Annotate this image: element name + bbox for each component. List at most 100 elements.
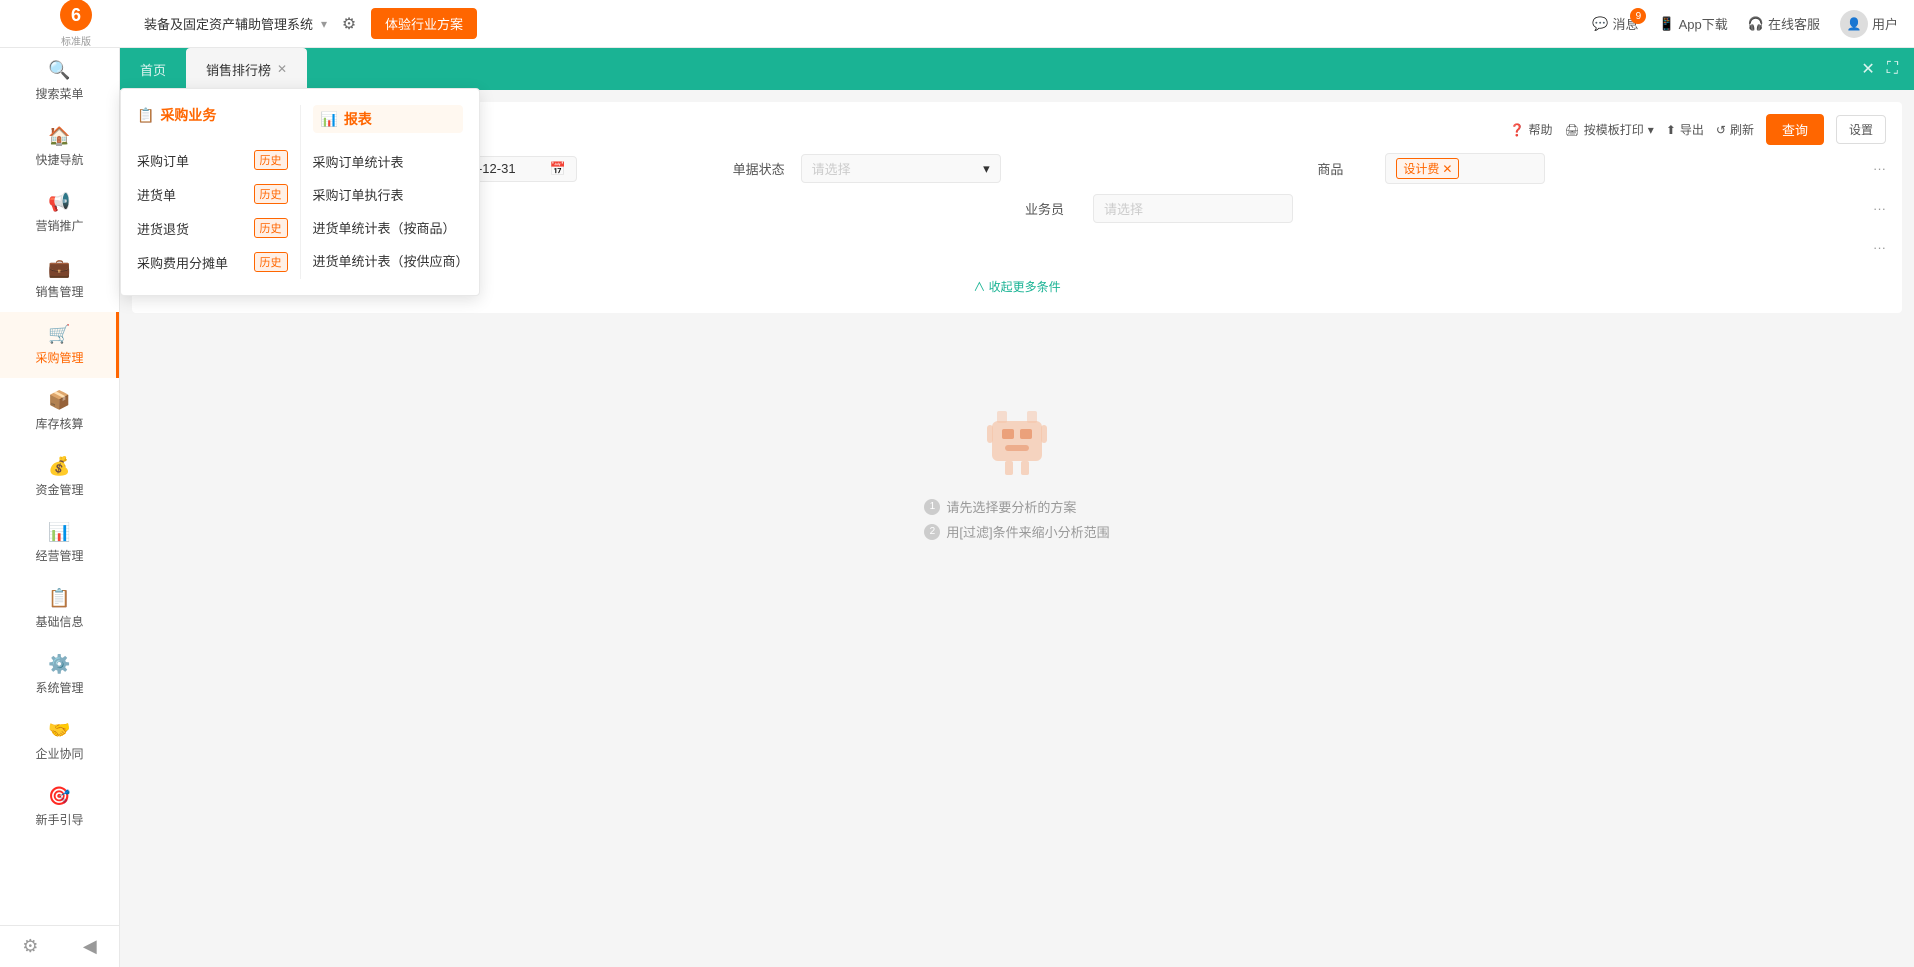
purchase-expense-history-tag[interactable]: 历史 [254,252,288,272]
goods-tag-text: 设计费 [1403,160,1439,177]
top-bar: 6 标准版 装备及固定资产辅助管理系统 ▾ ⚙ 体验行业方案 💬 消息 9 📱 … [0,0,1914,48]
home-icon: 🏠 [48,126,70,147]
purchase-dropdown-menu: 📋 采购业务 采购订单 历史 进货单 历史 进货退货 历史 采购费用分摊单 历史… [120,88,480,296]
purchase-order-exec-label: 采购订单执行表 [313,185,404,204]
app-download-label: App下载 [1679,14,1728,33]
app-download-btn[interactable]: 📱 App下载 [1658,14,1727,33]
inbound-order-history-tag[interactable]: 历史 [254,184,288,204]
goods-select[interactable]: 设计费 ✕ [1385,153,1545,184]
system-icon: ⚙️ [48,654,70,675]
industry-btn[interactable]: 体验行业方案 [371,8,477,39]
purchase-expense-item[interactable]: 采购费用分摊单 历史 [137,245,288,279]
sidebar-item-quick-nav[interactable]: 🏠 快捷导航 [0,114,119,180]
sidebar-collapse-btn[interactable]: ◀ [83,936,97,957]
purchase-order-history-tag[interactable]: 历史 [254,150,288,170]
sidebar-item-label: 采购管理 [35,349,83,366]
sidebar-item-purchase[interactable]: 🛒 采购管理 [0,312,119,378]
sidebar-item-basic-info[interactable]: 📋 基础信息 [0,576,119,642]
system-dropdown-arrow[interactable]: ▾ [321,17,327,31]
sidebar-item-label: 营销推广 [35,217,83,234]
user-label: 用户 [1872,14,1898,33]
top-right: 💬 消息 9 📱 App下载 🎧 在线客服 👤 用户 [1592,10,1898,38]
purchase-expense-label: 采购费用分摊单 [137,253,228,272]
sales-icon: 💼 [48,258,70,279]
tab-close-all-icon[interactable]: ✕ [1857,55,1878,83]
help-btn[interactable]: ❓ 帮助 [1510,121,1553,138]
salesperson-more-btn[interactable]: ··· [1873,201,1886,216]
tab-home[interactable]: 首页 [120,48,186,90]
return-goods-item[interactable]: 进货退货 历史 [137,211,288,245]
guide-icon: 🎯 [48,786,70,807]
tab-close-icon[interactable]: ✕ [277,62,287,76]
print-label: 按模板打印 [1584,121,1644,138]
export-btn[interactable]: ⬆ 导出 [1666,121,1704,138]
empty-hints: 1 请先选择要分析的方案 2 用[过滤]条件来缩小分析范围 [924,497,1109,541]
sidebar-item-system[interactable]: ⚙️ 系统管理 [0,642,119,708]
purchase-order-stats-label: 采购订单统计表 [313,152,404,171]
inventory-icon: 📦 [48,390,70,411]
sidebar-item-sales[interactable]: 💼 销售管理 [0,246,119,312]
empty-illustration [967,401,1067,481]
goods-label: 商品 [1317,159,1377,178]
return-goods-history-tag[interactable]: 历史 [254,218,288,238]
sidebar-item-label: 经营管理 [35,547,83,564]
tab-expand-icon[interactable]: ⛶ [1883,56,1902,82]
hint-num-2: 2 [924,524,940,540]
calendar-icon: 📅 [550,161,566,177]
print-dropdown-icon: ▾ [1648,123,1654,137]
sidebar-item-label: 快捷导航 [35,151,83,168]
sidebar-bottom: ⚙ ◀ [0,925,119,967]
phone-icon: 📱 [1658,16,1674,32]
report-section: 📊 报表 采购订单统计表 采购订单执行表 进货单统计表（按商品） 进货单统计表（… [313,105,464,279]
sidebar-item-operations[interactable]: 📊 经营管理 [0,510,119,576]
query-btn[interactable]: 查询 [1766,114,1824,145]
sidebar-settings-btn[interactable]: ⚙ [22,936,38,957]
user-btn[interactable]: 👤 用户 [1840,10,1898,38]
online-service-label: 在线客服 [1768,14,1820,33]
settings-btn[interactable]: 设置 [1836,115,1886,144]
salesperson-label: 业务员 [1025,199,1085,218]
notification-btn[interactable]: 💬 消息 9 [1592,14,1638,33]
doc-status-select[interactable]: 请选择 ▾ [801,154,1001,183]
system-gear-btn[interactable]: ⚙ [335,10,363,38]
purchase-order-item[interactable]: 采购订单 历史 [137,143,288,177]
salesperson-filter-group: 业务员 请选择 ··· [1025,194,1886,223]
purchase-section-icon: 📋 [137,107,154,124]
doc-status-label: 单据状态 [733,159,793,178]
refresh-btn[interactable]: ↺ 刷新 [1716,121,1754,138]
customer-more-btn[interactable]: ··· [1873,240,1886,255]
purchase-section-title: 📋 采购业务 [137,105,288,131]
doc-status-value: 请选择 [812,159,851,178]
sidebar-item-search[interactable]: 🔍 搜索菜单 [0,48,119,114]
sidebar-item-enterprise[interactable]: 🤝 企业协同 [0,708,119,774]
top-center: 装备及固定资产辅助管理系统 ▾ ⚙ 体验行业方案 [144,8,1592,39]
logo-text: 标准版 [61,33,91,48]
logo-area: 6 标准版 [16,0,136,48]
online-service-btn[interactable]: 🎧 在线客服 [1748,14,1820,33]
sidebar-item-finance[interactable]: 💰 资金管理 [0,444,119,510]
headset-icon: 🎧 [1748,16,1764,32]
operations-icon: 📊 [48,522,70,543]
sidebar-item-inventory[interactable]: 📦 库存核算 [0,378,119,444]
return-goods-label: 进货退货 [137,219,189,238]
empty-hint-1: 1 请先选择要分析的方案 [924,497,1109,516]
export-label: 导出 [1680,121,1704,138]
sidebar-item-marketing[interactable]: 📢 营销推广 [0,180,119,246]
inbound-order-item[interactable]: 进货单 历史 [137,177,288,211]
purchase-section-label: 采购业务 [160,105,216,125]
hint-num-1: 1 [924,499,940,515]
goods-tag-remove[interactable]: ✕ [1442,162,1452,176]
tab-bar-right: ✕ ⛶ [1857,55,1914,83]
purchase-icon: 🛒 [48,324,70,345]
sidebar-item-guide[interactable]: 🎯 新手引导 [0,774,119,840]
tab-sales-rank[interactable]: 销售排行榜 ✕ [186,48,307,90]
purchase-order-stats-item[interactable]: 采购订单统计表 [313,145,464,178]
goods-more-btn[interactable]: ··· [1873,161,1886,176]
salesperson-select[interactable]: 请选择 [1093,194,1293,223]
print-btn[interactable]: 🖨 按模板打印 ▾ [1565,121,1654,138]
sidebar-item-label: 新手引导 [35,811,83,828]
purchase-order-exec-item[interactable]: 采购订单执行表 [313,178,464,211]
doc-status-filter-group: 单据状态 请选择 ▾ [733,154,1302,183]
inbound-stats-by-supplier-item[interactable]: 进货单统计表（按供应商） [313,244,464,277]
inbound-stats-by-goods-item[interactable]: 进货单统计表（按商品） [313,211,464,244]
